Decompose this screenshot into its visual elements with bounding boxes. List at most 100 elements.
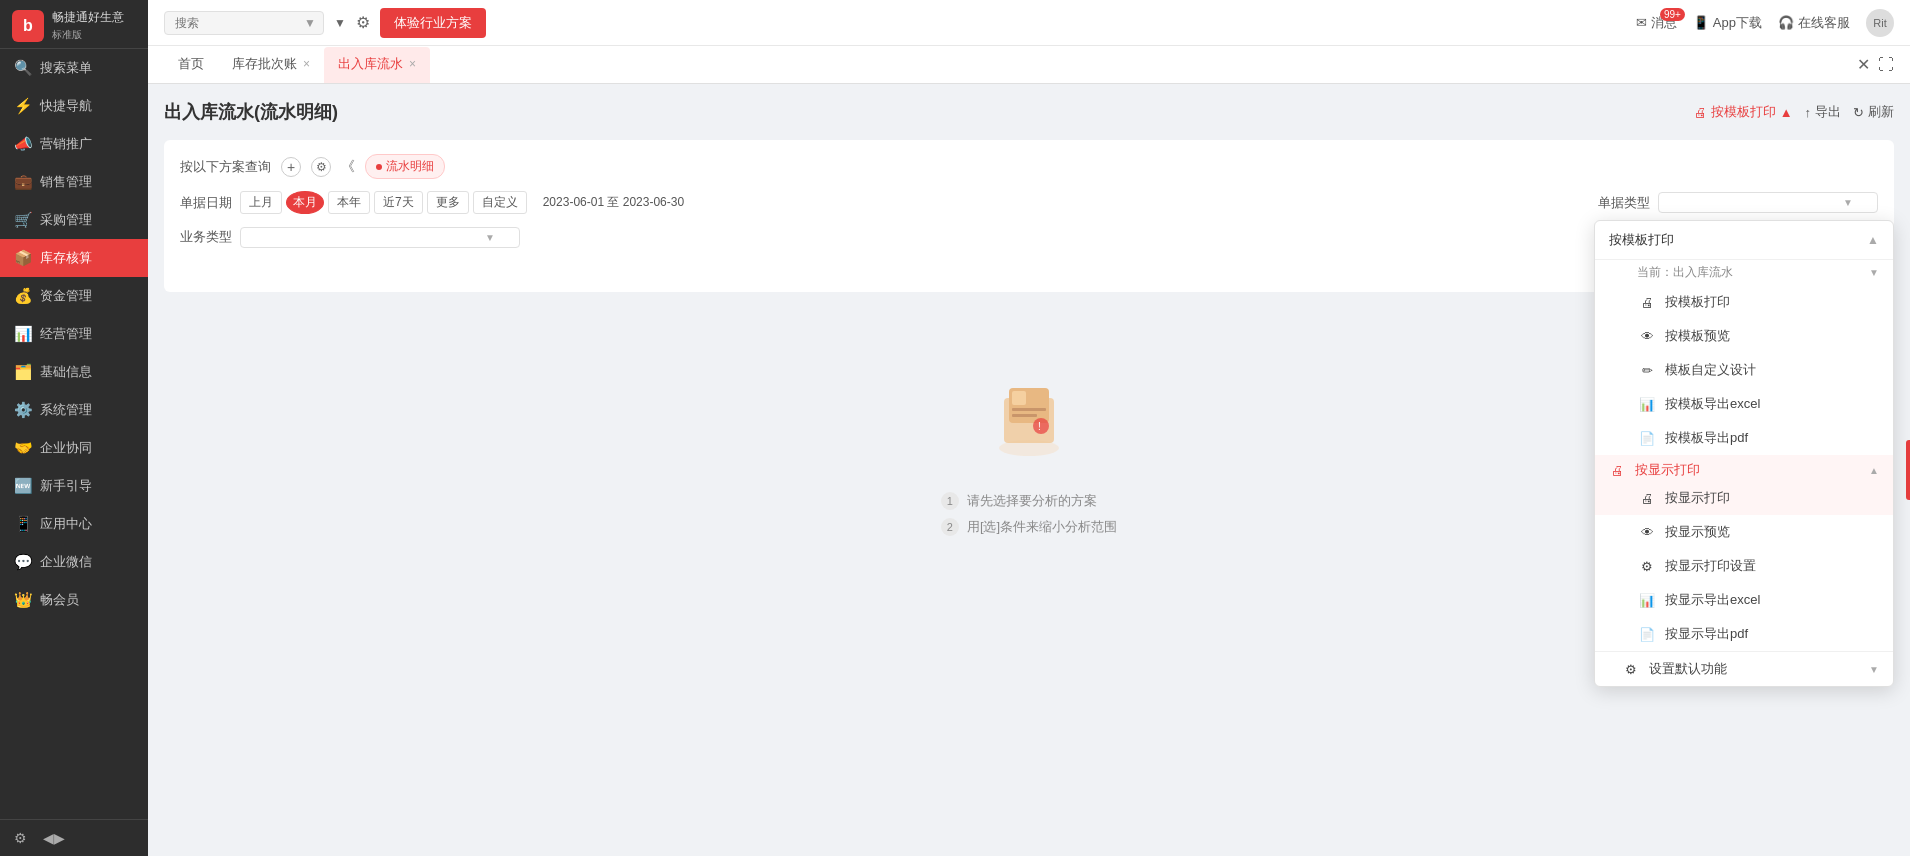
sidebar-item-member[interactable]: 👑 畅会员 [0, 581, 148, 619]
dropdown-item-template-pdf[interactable]: 📄 按模板导出pdf [1595, 421, 1893, 455]
tab-home[interactable]: 首页 [164, 47, 218, 83]
sidebar-item-quicknav[interactable]: ⚡ 快捷导航 [0, 87, 148, 125]
operations-icon: 📊 [14, 325, 32, 343]
dropdown-panel-up-arrow[interactable]: ▲ [1867, 233, 1879, 247]
lightning-icon: ⚡ [14, 97, 32, 115]
empty-step-1: 1 请先选择要分析的方案 [941, 488, 1117, 514]
filter-settings-button[interactable]: ⚙ [311, 157, 331, 177]
topbar: ▼ ▼ ⚙ 体验行业方案 ✉ 消息 99+ 📱 App下载 🎧 在线客服 [148, 0, 1910, 46]
online-service-button[interactable]: 🎧 在线客服 [1778, 14, 1850, 32]
trial-button[interactable]: 体验行业方案 [380, 8, 486, 38]
sidebar-collapse-button[interactable]: ◀▶ [43, 830, 65, 846]
sidebar-item-appcenter[interactable]: 📱 应用中心 [0, 505, 148, 543]
sidebar-nav: 🔍 搜索菜单 ⚡ 快捷导航 📣 营销推广 💼 销售管理 🛒 采购管理 📦 [0, 49, 148, 819]
step-num-2: 2 [941, 518, 959, 536]
tab-flow[interactable]: 出入库流水 × [324, 47, 430, 83]
dropdown-panel-header: 按模板打印 ▲ [1595, 221, 1893, 260]
tab-close-all-icon[interactable]: ✕ [1857, 55, 1870, 74]
filter-active-tag[interactable]: 流水明细 [365, 154, 445, 179]
filter-collapse-icon[interactable]: 《 [341, 158, 355, 176]
dropdown-item-template-excel[interactable]: 📊 按模板导出excel [1595, 387, 1893, 421]
dropdown-item-display-pdf[interactable]: 📄 按显示导出pdf [1595, 617, 1893, 651]
date-btn-this-year[interactable]: 本年 [328, 191, 370, 214]
sidebar-item-marketing[interactable]: 📣 营销推广 [0, 125, 148, 163]
date-btn-more[interactable]: 更多 [427, 191, 469, 214]
design-icon: ✏ [1639, 362, 1655, 378]
sidebar-item-search[interactable]: 🔍 搜索菜单 [0, 49, 148, 87]
topbar-search-input[interactable] [164, 11, 324, 35]
tab-expand-icon[interactable]: ⛶ [1878, 56, 1894, 74]
app-download-label: App下载 [1713, 14, 1762, 32]
tab-flow-close[interactable]: × [409, 57, 416, 71]
messages-button[interactable]: ✉ 消息 99+ [1636, 14, 1677, 32]
filter-add-button[interactable]: + [281, 157, 301, 177]
sidebar: b 畅捷通好生意 标准版 🔍 搜索菜单 ⚡ 快捷导航 📣 营销推广 💼 [0, 0, 148, 856]
empty-step-2: 2 用[选]条件来缩小分析范围 [941, 514, 1117, 540]
date-btn-last-month[interactable]: 上月 [240, 191, 282, 214]
sidebar-item-cooperation[interactable]: 🤝 企业协同 [0, 429, 148, 467]
tab-batch[interactable]: 库存批次账 × [218, 47, 324, 83]
filter-doctype-select[interactable]: ▼ [1658, 192, 1878, 213]
topbar-gear-icon[interactable]: ⚙ [356, 13, 370, 32]
dropdown-item-display-print[interactable]: 🖨 按显示打印 [1595, 481, 1893, 515]
dropdown-default-settings[interactable]: ⚙ 设置默认功能 ▼ [1595, 651, 1893, 686]
dropdown-item-display-settings[interactable]: ⚙ 按显示打印设置 [1595, 549, 1893, 583]
export-button[interactable]: ↑ 导出 [1805, 103, 1842, 121]
filter-biztype-label: 业务类型 [180, 228, 232, 246]
tab-batch-close[interactable]: × [303, 57, 310, 71]
dropdown-item-display-preview[interactable]: 👁 按显示预览 [1595, 515, 1893, 549]
sidebar-item-purchase[interactable]: 🛒 采购管理 [0, 201, 148, 239]
messages-badge: 99+ [1660, 8, 1685, 21]
display-section-icon: 🖨 [1609, 462, 1625, 478]
dropdown-item-template-design[interactable]: ✏ 模板自定义设计 [1595, 353, 1893, 387]
display-settings-icon: ⚙ [1639, 558, 1655, 574]
appcenter-icon: 📱 [14, 515, 32, 533]
search-icon: 🔍 [14, 59, 32, 77]
empty-instructions: 1 请先选择要分析的方案 2 用[选]条件来缩小分析范围 [941, 488, 1117, 540]
marketing-icon: 📣 [14, 135, 32, 153]
sidebar-item-inventory[interactable]: 📦 库存核算 [0, 239, 148, 277]
sidebar-item-wechat[interactable]: 💬 企业微信 [0, 543, 148, 581]
sidebar-item-finance[interactable]: 💰 资金管理 [0, 277, 148, 315]
date-btn-this-month[interactable]: 本月 [286, 191, 324, 214]
dropdown-current-label: 当前：出入库流水 [1637, 264, 1733, 281]
svg-rect-5 [1012, 414, 1037, 417]
app-download-button[interactable]: 📱 App下载 [1693, 14, 1762, 32]
dropdown-template-design-label: 模板自定义设计 [1665, 361, 1756, 379]
filter-biztype-select[interactable]: ▼ [240, 227, 520, 248]
dropdown-item-display-excel[interactable]: 📊 按显示导出excel [1595, 583, 1893, 617]
print-doc-icon: 🖨 [1639, 294, 1655, 310]
sidebar-item-sales[interactable]: 💼 销售管理 [0, 163, 148, 201]
refresh-button[interactable]: ↻ 刷新 [1853, 103, 1894, 121]
sidebar-item-guide[interactable]: 🆕 新手引导 [0, 467, 148, 505]
user-avatar[interactable]: Rit [1866, 9, 1894, 37]
filter-date-label: 单据日期 [180, 194, 232, 212]
excel-icon: 📊 [1639, 396, 1655, 412]
empty-illustration: ! [979, 368, 1079, 468]
date-btn-custom[interactable]: 自定义 [473, 191, 527, 214]
date-btn-7days[interactable]: 近7天 [374, 191, 423, 214]
topbar-dropdown-arrow[interactable]: ▼ [334, 16, 346, 30]
empty-step2-text: 用[选]条件来缩小分析范围 [967, 514, 1117, 540]
dropdown-item-template-preview[interactable]: 👁 按模板预览 [1595, 319, 1893, 353]
sidebar-item-basics[interactable]: 🗂️ 基础信息 [0, 353, 148, 391]
filter-row-1: 单据日期 上月 本月 本年 近7天 更多 自定义 2023-06-01 至 20… [180, 191, 1878, 214]
sidebar-item-system[interactable]: ⚙️ 系统管理 [0, 391, 148, 429]
display-section-arrow[interactable]: ▲ [1869, 465, 1879, 476]
chevron-up-icon: ▲ [1780, 105, 1793, 120]
headset-icon: 🎧 [1778, 15, 1794, 30]
date-range-text: 2023-06-01 至 2023-06-30 [543, 194, 684, 211]
empty-step1-text: 请先选择要分析的方案 [967, 488, 1097, 514]
message-icon: ✉ [1636, 15, 1647, 30]
template-print-button[interactable]: 🖨 按模板打印 ▲ [1694, 103, 1793, 121]
right-edge-indicator[interactable] [1906, 440, 1910, 500]
settings-arrow-icon: ▼ [1869, 664, 1879, 675]
page-title-actions: 🖨 按模板打印 ▲ ↑ 导出 ↻ 刷新 [1694, 103, 1894, 121]
sidebar-settings-button[interactable]: ⚙ [14, 830, 27, 846]
dropdown-template-excel-label: 按模板导出excel [1665, 395, 1760, 413]
dropdown-display-settings-label: 按显示打印设置 [1665, 557, 1756, 575]
filter-doctype-label: 单据类型 [1598, 194, 1650, 212]
sidebar-item-operations[interactable]: 📊 经营管理 [0, 315, 148, 353]
dropdown-item-template-print[interactable]: 🖨 按模板打印 [1595, 285, 1893, 319]
step-num-1: 1 [941, 492, 959, 510]
